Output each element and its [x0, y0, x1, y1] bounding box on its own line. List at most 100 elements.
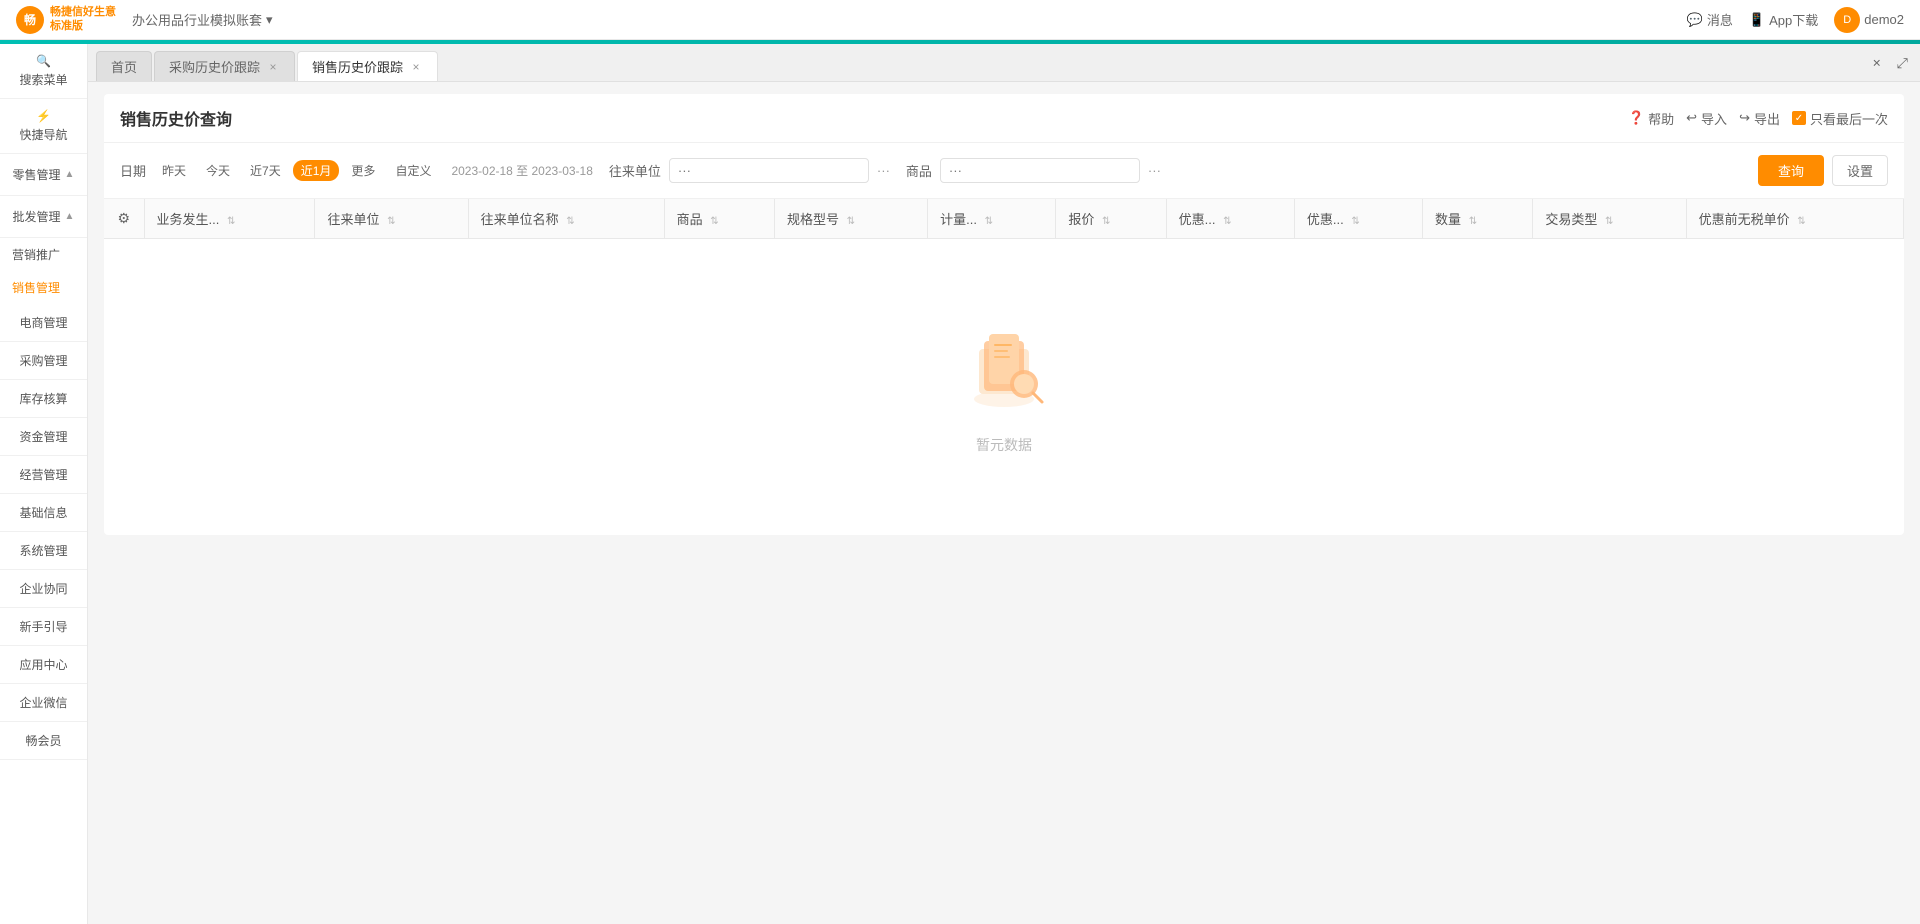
message-icon: 💬 [1687, 12, 1703, 28]
import-action[interactable]: ↩ 导入 [1686, 109, 1727, 128]
expand-icon: ▲ [65, 169, 75, 180]
date-options: 昨天 今天 近7天 近1月 更多 自定义 [154, 160, 439, 181]
close-all-tabs-button[interactable]: × [1869, 53, 1885, 73]
page-content: 销售历史价查询 ❓ 帮助 ↩ 导入 ↪ 导出 [88, 82, 1920, 924]
user-action[interactable]: D demo2 [1834, 7, 1904, 33]
table-th-price[interactable]: 报价 ⇅ [1056, 199, 1166, 239]
sidebar-item-new-guide[interactable]: 新手引导 [0, 608, 87, 646]
partner-input[interactable] [669, 158, 869, 183]
table-th-goods[interactable]: 商品 ⇅ [664, 199, 774, 239]
sort-icon-qty: ⇅ [1469, 216, 1477, 227]
help-icon: ❓ [1628, 110, 1644, 126]
date-opt-last1m[interactable]: 近1月 [293, 160, 340, 181]
tab-purchase-history[interactable]: 采购历史价跟踪 × [154, 51, 295, 81]
sidebar-item-inventory[interactable]: 库存核算 [0, 380, 87, 418]
sidebar-item-purchase[interactable]: 采购管理 [0, 342, 87, 380]
partner-filter-label: 往来单位 [609, 161, 661, 180]
table-th-qty[interactable]: 数量 ⇅ [1423, 199, 1533, 239]
table-settings-th[interactable]: ⚙ [104, 199, 144, 239]
tab-home[interactable]: 首页 [96, 51, 152, 81]
query-button[interactable]: 查询 [1758, 155, 1824, 186]
sidebar-item-quick-nav[interactable]: ⚡ 快捷导航 [0, 99, 87, 154]
table-th-unit[interactable]: 计量... ⇅ [928, 199, 1056, 239]
goods-filter-label: 商品 [906, 161, 932, 180]
sort-icon-pretax-price: ⇅ [1797, 216, 1805, 227]
table-th-biz-date[interactable]: 业务发生... ⇅ [144, 199, 315, 239]
maximize-button[interactable]: ⤢ [1893, 52, 1912, 73]
sidebar-item-system[interactable]: 系统管理 [0, 532, 87, 570]
table-container: ⚙ 业务发生... ⇅ 往来单位 ⇅ [104, 199, 1904, 535]
sidebar-item-marketing[interactable]: 营销推广 [0, 238, 87, 271]
filter-bar: 日期 昨天 今天 近7天 近1月 更多 自定义 2023-02-18 至 202… [104, 143, 1904, 199]
sort-icon-discount1: ⇅ [1223, 216, 1231, 227]
sidebar-item-ecommerce[interactable]: 电商管理 [0, 304, 87, 342]
only-last-checkbox[interactable]: ✓ 只看最后一次 [1792, 109, 1888, 128]
page-header-actions: ❓ 帮助 ↩ 导入 ↪ 导出 ✓ 只看最后一次 [1628, 109, 1888, 128]
data-table: ⚙ 业务发生... ⇅ 往来单位 ⇅ [104, 199, 1904, 239]
goods-filter-group: 商品 ··· [906, 158, 1161, 183]
message-action[interactable]: 💬 消息 [1687, 10, 1733, 29]
logo-icon: 畅 [16, 6, 44, 34]
sidebar-item-basic-info[interactable]: 基础信息 [0, 494, 87, 532]
download-icon: 📱 [1749, 12, 1765, 28]
app-selector[interactable]: 办公用品行业模拟账套 ▾ [124, 6, 281, 33]
sidebar-item-retail-mgmt[interactable]: 零售管理 ▲ [0, 154, 87, 196]
sort-icon-partner-code: ⇅ [387, 216, 395, 227]
table-th-pretax-price[interactable]: 优惠前无税单价 ⇅ [1686, 199, 1903, 239]
sidebar-item-operations[interactable]: 经营管理 [0, 456, 87, 494]
date-filter-label: 日期 [120, 161, 146, 180]
tab-bar: 首页 采购历史价跟踪 × 销售历史价跟踪 × × ⤢ [88, 44, 1920, 82]
date-opt-last7[interactable]: 近7天 [242, 160, 289, 181]
export-icon: ↪ [1739, 110, 1750, 126]
help-action[interactable]: ❓ 帮助 [1628, 109, 1674, 128]
goods-input[interactable] [940, 158, 1140, 183]
import-icon: ↩ [1686, 110, 1697, 126]
settings-button[interactable]: 设置 [1832, 155, 1888, 186]
sidebar-item-member[interactable]: 畅会员 [0, 722, 87, 760]
main-layout: 🔍 搜索菜单 ⚡ 快捷导航 零售管理 ▲ 批发管理 ▲ 营销推广 销售管理 电商… [0, 44, 1920, 924]
sidebar-item-enterprise-collab[interactable]: 企业协同 [0, 570, 87, 608]
goods-dots: ··· [1148, 163, 1161, 178]
table-settings-icon[interactable]: ⚙ [117, 210, 130, 226]
sidebar-item-enterprise-wechat[interactable]: 企业微信 [0, 684, 87, 722]
sort-icon-unit: ⇅ [985, 216, 993, 227]
checkbox-icon: ✓ [1792, 111, 1806, 125]
avatar: D [1834, 7, 1860, 33]
table-th-spec[interactable]: 规格型号 ⇅ [774, 199, 927, 239]
table-th-discount1[interactable]: 优惠... ⇅ [1166, 199, 1294, 239]
table-th-trade-type[interactable]: 交易类型 ⇅ [1533, 199, 1686, 239]
top-header: 畅 畅捷信好生意 标准版 办公用品行业模拟账套 ▾ 💬 消息 📱 App下载 D… [0, 0, 1920, 40]
date-opt-more[interactable]: 更多 [343, 160, 383, 181]
search-icon: 🔍 [36, 54, 51, 68]
tab-sales-history[interactable]: 销售历史价跟踪 × [297, 51, 438, 81]
date-filter-group: 日期 昨天 今天 近7天 近1月 更多 自定义 2023-02-18 至 202… [120, 160, 593, 181]
sort-icon-spec: ⇅ [847, 216, 855, 227]
sidebar-item-finance[interactable]: 资金管理 [0, 418, 87, 456]
header-left: 畅 畅捷信好生意 标准版 办公用品行业模拟账套 ▾ [16, 6, 281, 34]
expand-icon-wholesale: ▲ [65, 211, 75, 222]
sidebar-item-wholesale-mgmt[interactable]: 批发管理 ▲ [0, 196, 87, 238]
export-action[interactable]: ↪ 导出 [1739, 109, 1780, 128]
filter-actions: 查询 设置 [1758, 155, 1888, 186]
sidebar-item-search-menu[interactable]: 🔍 搜索菜单 [0, 44, 87, 99]
sort-icon-goods: ⇅ [710, 216, 718, 227]
sort-icon-biz-date: ⇅ [227, 216, 235, 227]
sidebar: 🔍 搜索菜单 ⚡ 快捷导航 零售管理 ▲ 批发管理 ▲ 营销推广 销售管理 电商… [0, 44, 88, 924]
partner-dots: ··· [877, 163, 890, 178]
header-right: 💬 消息 📱 App下载 D demo2 [1687, 7, 1904, 33]
table-th-discount2[interactable]: 优惠... ⇅ [1294, 199, 1422, 239]
date-range-text: 2023-02-18 至 2023-03-18 [451, 162, 592, 179]
table-th-partner-name[interactable]: 往来单位名称 ⇅ [468, 199, 664, 239]
sidebar-item-app-center[interactable]: 应用中心 [0, 646, 87, 684]
empty-illustration [954, 319, 1054, 419]
sidebar-item-sales-mgmt[interactable]: 销售管理 [0, 271, 87, 304]
date-opt-today[interactable]: 今天 [198, 160, 238, 181]
page-title: 销售历史价查询 [120, 106, 232, 130]
table-th-partner-code[interactable]: 往来单位 ⇅ [315, 199, 468, 239]
date-opt-custom[interactable]: 自定义 [387, 160, 439, 181]
close-sales-tab[interactable]: × [409, 60, 423, 74]
download-action[interactable]: 📱 App下载 [1749, 10, 1818, 29]
nav-icon: ⚡ [36, 109, 51, 123]
date-opt-yesterday[interactable]: 昨天 [154, 160, 194, 181]
close-purchase-tab[interactable]: × [266, 60, 280, 74]
